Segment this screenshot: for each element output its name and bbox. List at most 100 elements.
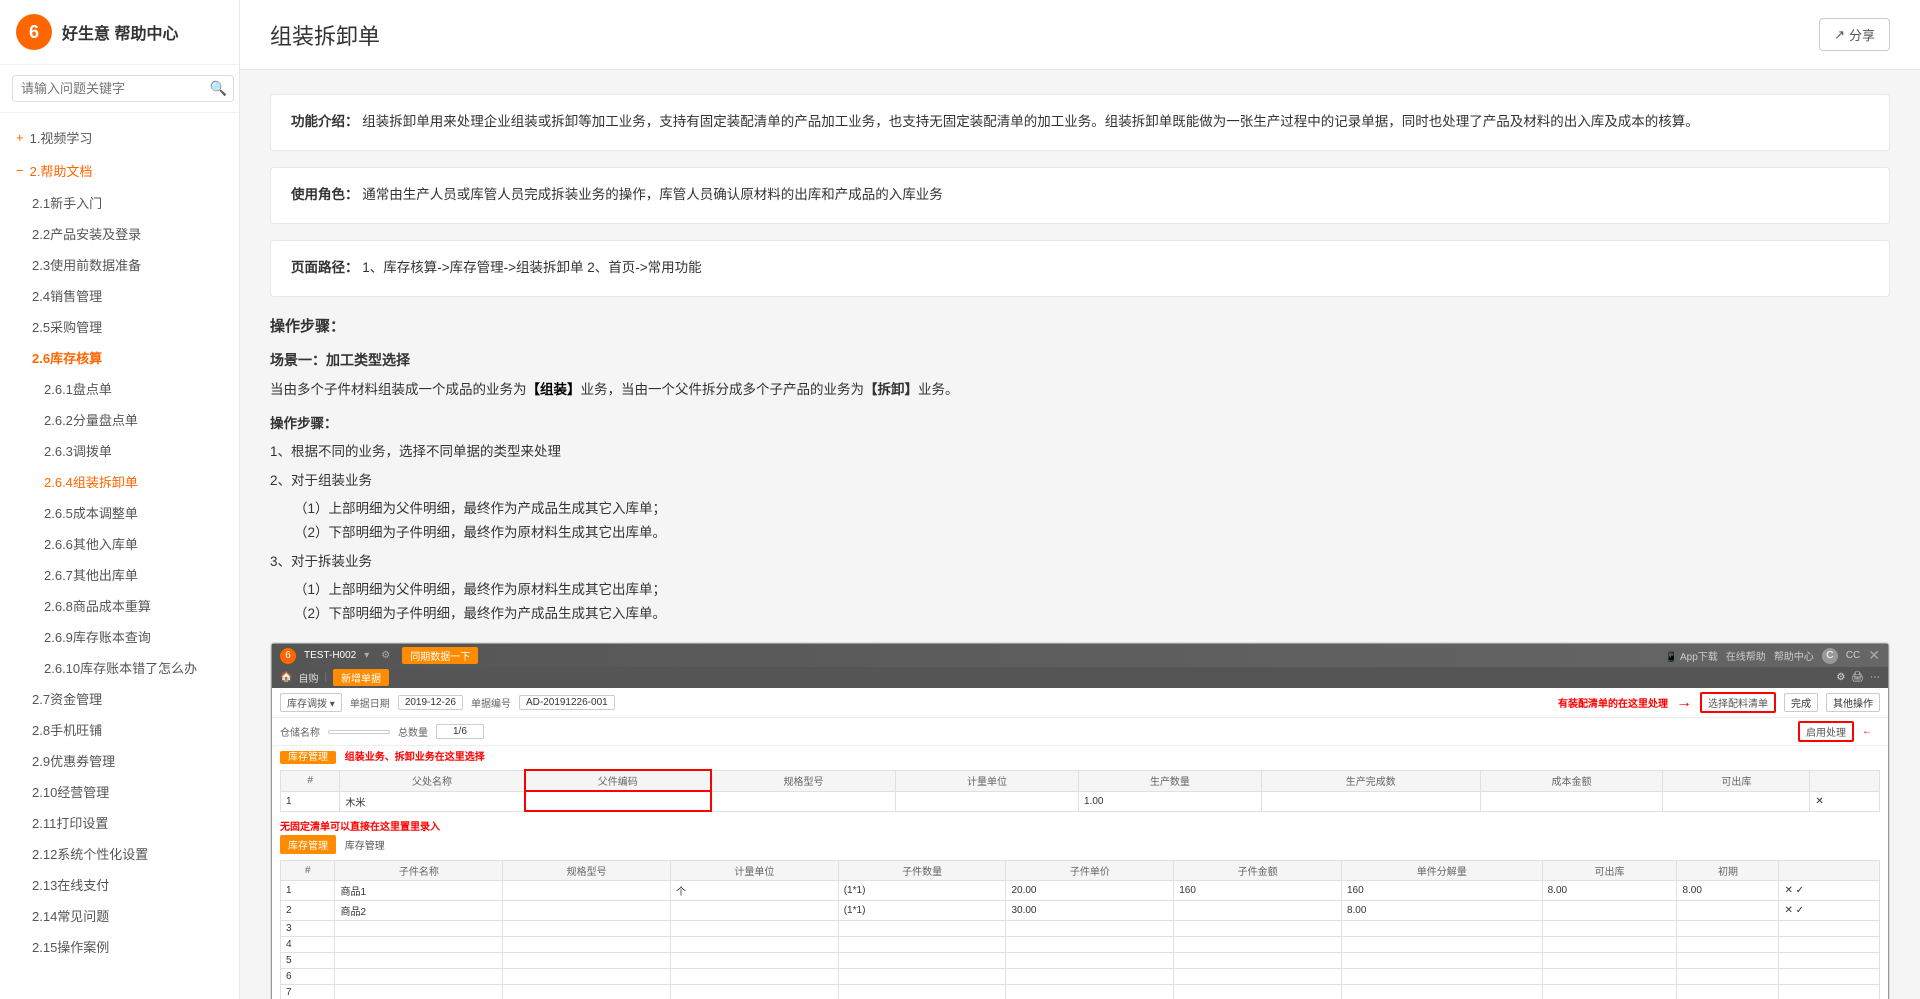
sidebar-item-24[interactable]: 2.4销售管理 — [0, 280, 239, 311]
lower-section-sub: 库存管理 — [345, 841, 385, 852]
sidebar-item-210[interactable]: 2.10经营管理 — [0, 776, 239, 807]
app-download-link[interactable]: 📱 App下载 — [1665, 648, 1717, 663]
sidebar-item-213[interactable]: 2.13在线支付 — [0, 869, 239, 900]
sidebar-item-214[interactable]: 2.14常见问题 — [0, 900, 239, 931]
sidebar-item-22[interactable]: 2.2产品安装及登录 — [0, 218, 239, 249]
nav-home-icon: 🏠 — [280, 672, 292, 683]
date-value[interactable]: 2019-12-26 — [398, 695, 463, 710]
search-button[interactable]: 🔍 — [210, 80, 227, 97]
lth-name: 子件名称 — [335, 861, 503, 881]
share-label: 分享 — [1849, 25, 1875, 44]
sidebar-item-262[interactable]: 2.6.2分量盘点单 — [0, 404, 239, 435]
path-block: 页面路径： 1、库存核算->库存管理->组装拆卸单 2、首页->常用功能 — [270, 240, 1890, 297]
intro-text: 组装拆卸单用来处理企业组装或拆卸等加工业务，支持有固定装配清单的产品加工业务，也… — [362, 114, 1699, 129]
lth-num: # — [281, 861, 335, 881]
sidebar-item-211[interactable]: 2.11打印设置 — [0, 807, 239, 838]
sidebar-item-29[interactable]: 2.9优惠券管理 — [0, 745, 239, 776]
upper-table-section: # 父处名称 父件编码 规格型号 计量单位 生产数量 生产完成数 成本金额 可出… — [272, 765, 1888, 816]
sidebar-item-264[interactable]: 2.6.4组装拆卸单 — [0, 466, 239, 497]
expand-icon: + — [16, 130, 24, 145]
online-help-link[interactable]: 在线帮助 — [1726, 648, 1766, 663]
cell-spec — [711, 791, 896, 811]
doc-type-select[interactable]: 库存调拨 ▾ — [280, 693, 342, 712]
lcell-amount2 — [1174, 901, 1342, 921]
app-top-right: 📱 App下载 在线帮助 帮助中心 C CC ✕ — [1665, 647, 1880, 664]
sidebar-item-268[interactable]: 2.6.8商品成本重算 — [0, 590, 239, 621]
sidebar-item-23[interactable]: 2.3使用前数据准备 — [0, 249, 239, 280]
cell-action[interactable]: ✕ — [1810, 791, 1880, 811]
th-spec: 规格型号 — [711, 770, 896, 791]
cell-out — [1663, 791, 1810, 811]
sidebar-item-docs[interactable]: − 2.帮助文档 — [0, 154, 239, 187]
close-icon[interactable]: ✕ — [1868, 647, 1880, 664]
settings-icon[interactable]: ⚙ — [1836, 672, 1845, 683]
lcell-price2: 30.00 — [1006, 901, 1174, 921]
sidebar-item-269[interactable]: 2.6.9库存账本查询 — [0, 621, 239, 652]
sidebar-item-263[interactable]: 2.6.3调拨单 — [0, 435, 239, 466]
bill-label: 单据编号 — [471, 695, 511, 710]
complete-btn[interactable]: 完成 — [1784, 693, 1818, 712]
sidebar-item-27[interactable]: 2.7资金管理 — [0, 683, 239, 714]
sidebar-item-265[interactable]: 2.6.5成本调整单 — [0, 497, 239, 528]
role-label: 使用角色： — [291, 187, 359, 202]
lower-table-row-5: 5 — [281, 953, 1880, 969]
warehouse-select[interactable] — [328, 730, 390, 734]
sidebar-item-2610[interactable]: 2.6.10库存账本错了怎么办 — [0, 652, 239, 683]
select-recipe-btn[interactable]: 选择配料清单 — [1700, 692, 1776, 713]
sidebar-item-212[interactable]: 2.12系统个性化设置 — [0, 838, 239, 869]
user-avatar[interactable]: C — [1822, 648, 1838, 664]
nav-label: 自购 — [298, 670, 318, 685]
sidebar-item-21[interactable]: 2.1新手入门 — [0, 187, 239, 218]
sidebar-item-267[interactable]: 2.6.7其他出库单 — [0, 559, 239, 590]
content-area: 功能介绍： 组装拆卸单用来处理企业组装或拆卸等加工业务，支持有固定装配清单的产品… — [240, 70, 1920, 999]
path-text: 1、库存核算->库存管理->组装拆卸单 2、首页->常用功能 — [362, 260, 701, 275]
th-parent-name: 父处名称 — [340, 770, 525, 791]
sidebar-item-266[interactable]: 2.6.6其他入库单 — [0, 528, 239, 559]
lcell-action2[interactable]: ✕ ✓ — [1779, 901, 1880, 921]
page-title: 组装拆卸单 — [270, 19, 380, 51]
scene1-desc: 当由多个子件材料组装成一个成品的业务为【组装】业务，当由一个父件拆分成多个子产品… — [270, 378, 1890, 402]
step1: 1、根据不同的业务，选择不同单据的类型来处理 — [270, 440, 1890, 464]
company-name: TEST-H002 — [304, 650, 356, 661]
cell-cost — [1480, 791, 1663, 811]
lower-section-header: 库存管理 库存管理 — [272, 833, 1888, 856]
sidebar-item-28[interactable]: 2.8手机旺铺 — [0, 714, 239, 745]
sidebar-item-video[interactable]: + 1.视频学习 — [0, 121, 239, 154]
lcell-out2 — [1542, 901, 1677, 921]
lcell-qty: (1*1) — [838, 881, 1006, 901]
period-data-btn[interactable]: 同期数据一下 — [402, 647, 478, 664]
lower-table-section: # 子件名称 规格型号 计量单位 子件数量 子件单价 子件金额 单件分解量 可出… — [272, 856, 1888, 999]
more-icon[interactable]: ⋯ — [1870, 672, 1880, 683]
sidebar-item-215[interactable]: 2.15操作案例 — [0, 931, 239, 962]
lower-table-row-4: 4 — [281, 937, 1880, 953]
sidebar-item-26[interactable]: 2.6库存核算 — [0, 342, 239, 373]
qty-value[interactable]: 1/6 — [436, 724, 484, 739]
lth-out: 可出库 — [1542, 861, 1677, 881]
warehouse-label: 仓储名称 — [280, 724, 320, 739]
annotation-row-5: 无固定清单可以直接在这里置里录入 — [272, 816, 1888, 833]
nav-new-btn[interactable]: 新增单据 — [333, 669, 389, 686]
process-btn[interactable]: 启用处理 — [1798, 721, 1854, 742]
sidebar: 6 好生意 帮助中心 🔍 + 1.视频学习 − 2.帮助文档 2.1新手入门 2… — [0, 0, 240, 999]
cell-name: 木米 — [340, 791, 525, 811]
annotation-arrow-1: → — [1676, 694, 1692, 712]
search-input[interactable] — [12, 75, 234, 102]
step3-sub2: （2）下部明细为子件明细，最终作为产成品生成其它入库单。 — [270, 602, 1890, 626]
screenshot-container: 6 TEST-H002 ▾ ⚙ 同期数据一下 📱 App下载 在线帮助 帮助中心… — [270, 642, 1890, 999]
print-icon[interactable]: 🖨 — [1851, 672, 1864, 683]
lth-unit: 计量单位 — [670, 861, 838, 881]
bill-value[interactable]: AD-20191226-001 — [519, 695, 615, 710]
logo-icon: 6 — [16, 14, 52, 50]
step2-sub2: （2）下部明细为子件明细，最终作为原材料生成其它出库单。 — [270, 521, 1890, 545]
lcell-out: 8.00 — [1542, 881, 1677, 901]
process-section-btn[interactable]: 库存管理 — [280, 751, 336, 764]
app-titlebar: 6 TEST-H002 ▾ ⚙ 同期数据一下 📱 App下载 在线帮助 帮助中心… — [272, 644, 1888, 667]
sidebar-item-25[interactable]: 2.5采购管理 — [0, 311, 239, 342]
share-button[interactable]: ↗ 分享 — [1819, 18, 1890, 51]
other-btn[interactable]: 其他操作 — [1826, 693, 1880, 712]
sidebar-item-label: 2.帮助文档 — [30, 161, 93, 180]
sidebar-item-261[interactable]: 2.6.1盘点单 — [0, 373, 239, 404]
lcell-action[interactable]: ✕ ✓ — [1779, 881, 1880, 901]
help-center-link[interactable]: 帮助中心 — [1774, 648, 1814, 663]
date-label: 单据日期 — [350, 695, 390, 710]
